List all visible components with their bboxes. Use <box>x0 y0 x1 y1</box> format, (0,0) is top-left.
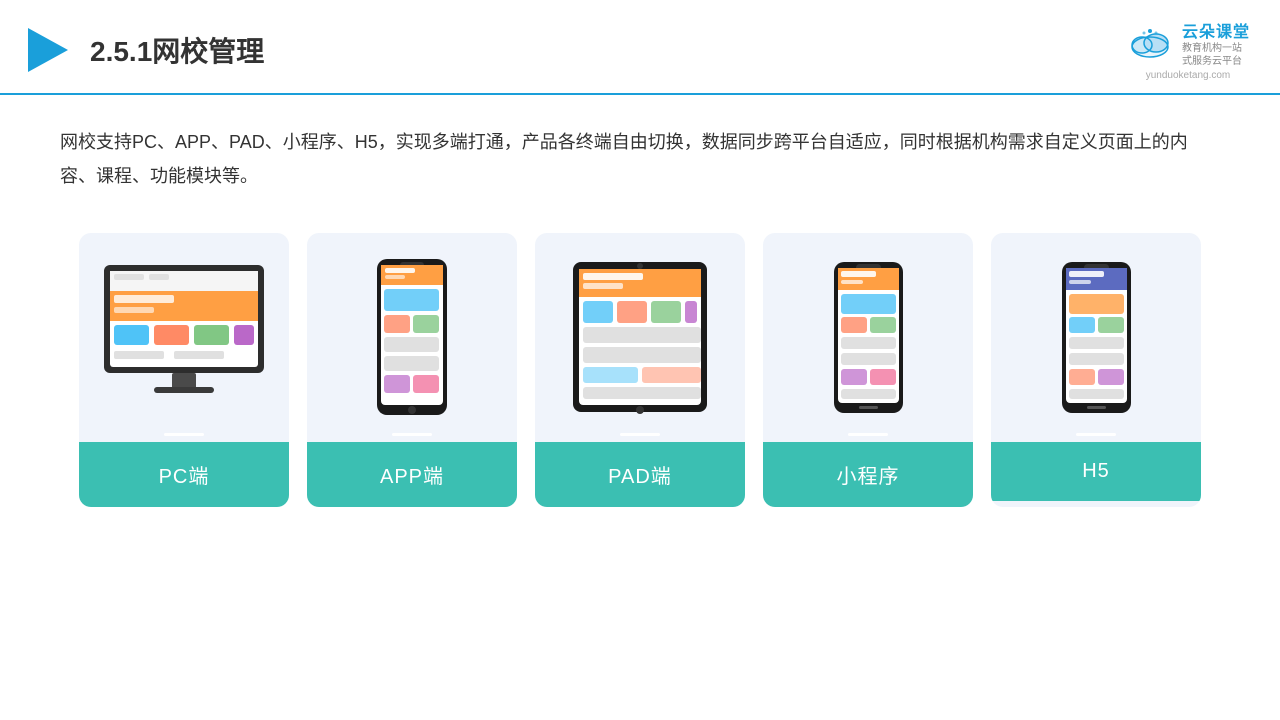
header-right: 云朵课堂 教育机构一站式服务云平台 yunduoketang.com <box>1126 18 1250 81</box>
device-image-pc <box>79 233 289 433</box>
pc-label: PC端 <box>79 442 289 507</box>
device-image-app <box>307 233 517 433</box>
brand-text: 云朵课堂 教育机构一站式服务云平台 <box>1182 18 1250 68</box>
mini-label-wrap: 小程序 <box>763 433 973 507</box>
app-label: APP端 <box>307 442 517 507</box>
device-card-pc: PC端 <box>79 233 289 507</box>
device-card-app: APP端 <box>307 233 517 507</box>
label-bar-app <box>392 433 432 436</box>
h5-label-wrap: H5 <box>991 433 1201 501</box>
header-left: 2.5.1网校管理 <box>20 24 264 76</box>
label-bar-pc <box>164 433 204 436</box>
label-bar-mini <box>848 433 888 436</box>
description-text: 网校支持PC、APP、PAD、小程序、H5，实现多端打通，产品各终端自由切换，数… <box>0 95 1280 203</box>
brand-url: yunduoketang.com <box>1146 70 1231 81</box>
pc-label-wrap: PC端 <box>79 433 289 507</box>
app-label-wrap: APP端 <box>307 433 517 507</box>
device-card-miniprogram: 小程序 <box>763 233 973 507</box>
app-phone-icon <box>372 257 452 417</box>
mini-phone-icon <box>831 260 906 415</box>
description-content: 网校支持PC、APP、PAD、小程序、H5，实现多端打通，产品各终端自由切换，数… <box>60 132 1188 186</box>
header: 2.5.1网校管理 云朵课堂 教育机构一站式服务云平台 yunduoketan <box>0 0 1280 95</box>
device-image-mini <box>763 233 973 433</box>
device-image-h5 <box>991 233 1201 433</box>
pad-label-wrap: PAD端 <box>535 433 745 507</box>
label-bar-h5 <box>1076 433 1116 436</box>
label-bar-pad <box>620 433 660 436</box>
device-cards-container: PC端 <box>0 213 1280 537</box>
cloud-brand-icon <box>1126 25 1174 61</box>
h5-label: H5 <box>991 442 1201 501</box>
brand-name: 云朵课堂 <box>1182 18 1250 42</box>
logo-icon <box>20 24 72 76</box>
pc-monitor-icon <box>94 257 274 417</box>
mini-label: 小程序 <box>763 442 973 507</box>
cloud-logo: 云朵课堂 教育机构一站式服务云平台 <box>1126 18 1250 68</box>
brand-tagline: 教育机构一站式服务云平台 <box>1182 42 1242 68</box>
device-card-pad: PAD端 <box>535 233 745 507</box>
pad-tablet-icon <box>565 257 715 417</box>
device-card-h5: H5 <box>991 233 1201 507</box>
pad-label: PAD端 <box>535 442 745 507</box>
device-image-pad <box>535 233 745 433</box>
page-title: 2.5.1网校管理 <box>90 30 264 70</box>
h5-phone-icon <box>1059 260 1134 415</box>
